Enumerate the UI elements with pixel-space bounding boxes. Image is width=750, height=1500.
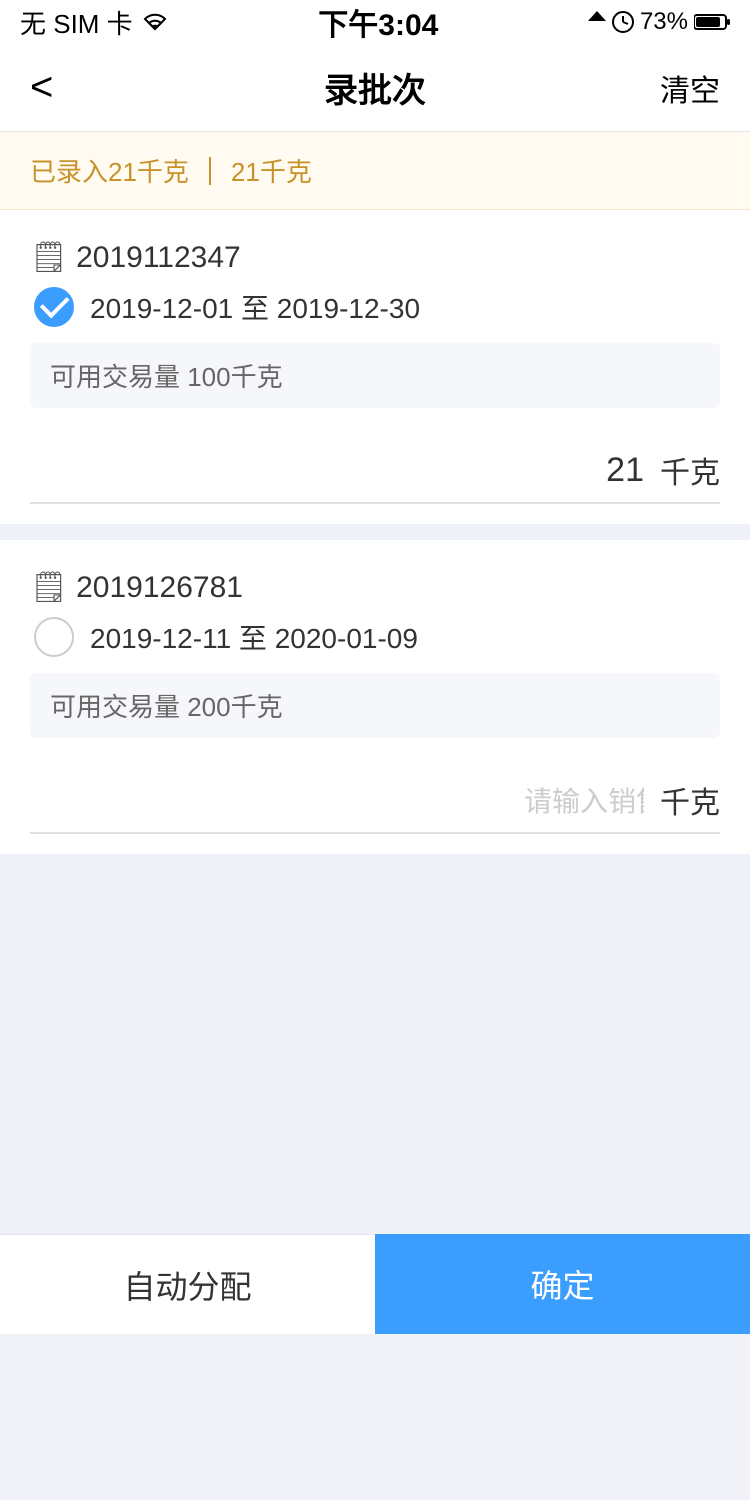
battery-percent: 73% bbox=[640, 8, 688, 36]
auto-distribute-button[interactable]: 自动分配 bbox=[0, 1234, 375, 1334]
clock-icon bbox=[612, 11, 634, 33]
back-button[interactable]: < bbox=[30, 65, 90, 110]
batch-item-2-body: 🗒 2019126781 2019-12-11 至 2020-01-09 可用交… bbox=[0, 540, 750, 738]
batch-2-icon: 🗒 bbox=[30, 570, 68, 605]
clear-button[interactable]: 清空 bbox=[660, 66, 720, 110]
recorded-amount-value: 21千克 bbox=[231, 152, 312, 189]
location-icon bbox=[588, 11, 606, 33]
batch-1-date: 2019-12-01 至 2019-12-30 bbox=[90, 287, 420, 327]
bottom-fill-area bbox=[0, 854, 750, 1274]
batch-1-date-row[interactable]: 2019-12-01 至 2019-12-30 bbox=[30, 287, 720, 327]
status-time: 下午3:04 bbox=[318, 0, 438, 44]
batch-1-id: 2019112347 bbox=[76, 241, 241, 275]
recorded-amount-label: 已录入21千克 bbox=[30, 152, 189, 189]
batch-1-unit: 千克 bbox=[660, 448, 720, 492]
no-sim-text: 无 SIM 卡 bbox=[20, 4, 133, 41]
banner-divider bbox=[209, 157, 211, 185]
batch-1-bottom-space bbox=[0, 504, 750, 524]
batch-1-header: 🗒 2019112347 bbox=[30, 240, 720, 275]
batch-2-unit: 千克 bbox=[660, 778, 720, 822]
status-left: 无 SIM 卡 bbox=[20, 4, 169, 41]
batch-item-2: 🗒 2019126781 2019-12-11 至 2020-01-09 可用交… bbox=[0, 540, 750, 854]
nav-bar: < 录批次 清空 bbox=[0, 44, 750, 132]
batch-2-bottom-space bbox=[0, 834, 750, 854]
battery-icon bbox=[694, 13, 730, 31]
batch-item-1: 🗒 2019112347 2019-12-01 至 2019-12-30 可用交… bbox=[0, 210, 750, 524]
section-divider-1 bbox=[0, 524, 750, 540]
batch-1-availability: 可用交易量 100千克 bbox=[30, 343, 720, 408]
batch-2-date: 2019-12-11 至 2020-01-09 bbox=[90, 617, 418, 657]
info-banner: 已录入21千克 21千克 bbox=[0, 132, 750, 210]
batch-2-id: 2019126781 bbox=[76, 571, 243, 605]
batch-2-date-row[interactable]: 2019-12-11 至 2020-01-09 bbox=[30, 617, 720, 657]
batch-2-availability: 可用交易量 200千克 bbox=[30, 673, 720, 738]
status-right: 73% bbox=[588, 8, 730, 36]
batch-1-radio[interactable] bbox=[34, 287, 74, 327]
bottom-bar: 自动分配 确定 bbox=[0, 1234, 750, 1334]
batch-item-1-body: 🗒 2019112347 2019-12-01 至 2019-12-30 可用交… bbox=[0, 210, 750, 408]
batch-2-header: 🗒 2019126781 bbox=[30, 570, 720, 605]
confirm-button[interactable]: 确定 bbox=[375, 1234, 750, 1334]
batch-2-amount-row: 千克 bbox=[0, 758, 750, 832]
batch-1-icon: 🗒 bbox=[30, 240, 68, 275]
batch-1-amount-input[interactable] bbox=[524, 451, 644, 490]
batch-1-amount-row: 千克 bbox=[0, 428, 750, 502]
wifi-icon bbox=[141, 11, 169, 33]
batch-2-amount-input[interactable] bbox=[524, 781, 644, 820]
status-bar: 无 SIM 卡 下午3:04 73% bbox=[0, 0, 750, 44]
batch-2-radio[interactable] bbox=[34, 617, 74, 657]
page-title: 录批次 bbox=[324, 63, 426, 112]
